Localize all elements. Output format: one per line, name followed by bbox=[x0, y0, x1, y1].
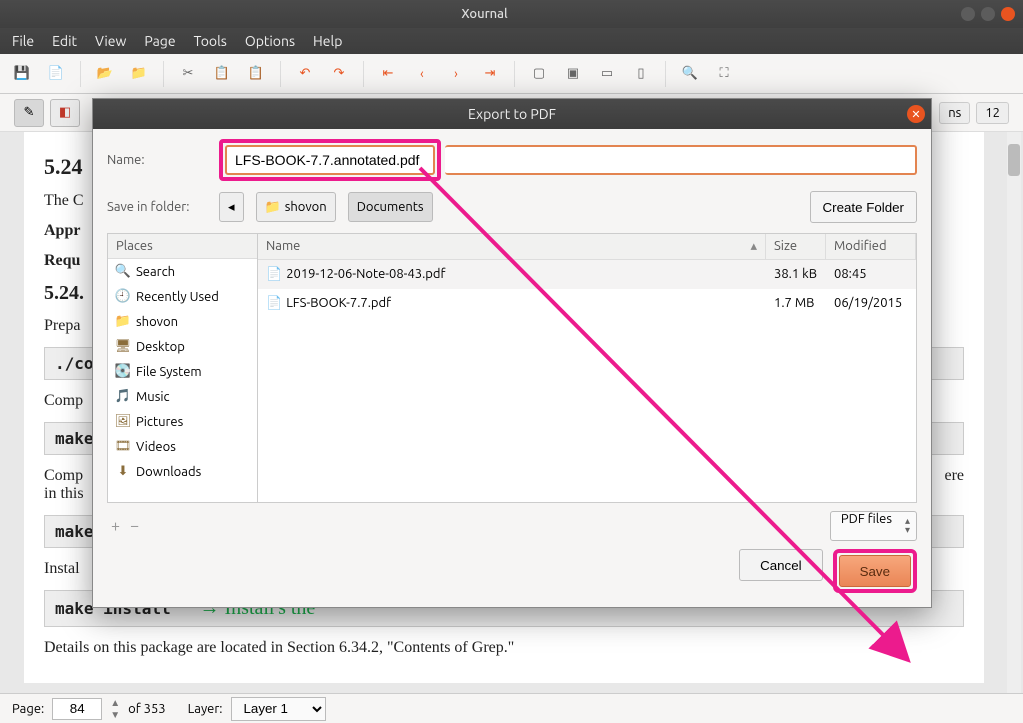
file-modified: 06/19/2015 bbox=[826, 293, 916, 314]
place-label: Music bbox=[136, 390, 170, 404]
place-label: Search bbox=[136, 265, 175, 279]
place-label: shovon bbox=[136, 315, 178, 329]
pdf-file-icon: 📄 bbox=[266, 267, 282, 281]
dialog-backdrop: Export to PDF ✕ Name: Save in folder: ◂ … bbox=[0, 0, 1023, 723]
remove-bookmark-icon[interactable]: − bbox=[130, 517, 139, 535]
folder-row: Save in folder: ◂ 📁shovon Documents Crea… bbox=[93, 191, 931, 233]
place-label: Recently Used bbox=[136, 290, 219, 304]
place-icon: ⬇ bbox=[116, 464, 130, 479]
dialog-title-bar: Export to PDF ✕ bbox=[93, 99, 931, 129]
place-item[interactable]: 🎞 Videos bbox=[108, 434, 257, 459]
highlight-annotation: Save bbox=[833, 549, 917, 593]
name-row: Name: bbox=[93, 129, 931, 191]
save-button[interactable]: Save bbox=[839, 555, 911, 587]
file-modified: 08:45 bbox=[826, 264, 916, 285]
file-list-header: Name ▴ Size Modified bbox=[258, 234, 916, 260]
name-label: Name: bbox=[107, 153, 207, 167]
place-item[interactable]: 🎵 Music bbox=[108, 384, 257, 409]
place-icon: 💽 bbox=[116, 364, 130, 379]
filename-input-extend[interactable] bbox=[445, 145, 917, 175]
dialog-bottom-row: + − PDF files ▴▾ bbox=[93, 503, 931, 549]
places-panel: Places 🔍 Search 🕘 Recently Used 📁 shovon 🖥 Desk… bbox=[108, 234, 258, 502]
col-name[interactable]: Name ▴ bbox=[258, 234, 766, 259]
dialog-close-icon[interactable]: ✕ bbox=[907, 105, 925, 123]
add-bookmark-icon[interactable]: + bbox=[111, 517, 120, 535]
place-item[interactable]: ⬇ Downloads bbox=[108, 459, 257, 484]
place-label: Pictures bbox=[136, 415, 183, 429]
file-name: 2019-12-06-Note-08-43.pdf bbox=[286, 267, 445, 281]
place-item[interactable]: 🔍 Search bbox=[108, 259, 257, 284]
place-item[interactable]: 🖥 Desktop bbox=[108, 334, 257, 359]
place-item[interactable]: 🕘 Recently Used bbox=[108, 284, 257, 309]
path-back-button[interactable]: ◂ bbox=[219, 192, 244, 222]
filename-input[interactable] bbox=[225, 145, 435, 175]
place-label: File System bbox=[136, 365, 202, 379]
file-browser: Places 🔍 Search 🕘 Recently Used 📁 shovon 🖥 Desk… bbox=[107, 233, 917, 503]
highlight-annotation bbox=[219, 139, 441, 181]
file-size: 38.1 kB bbox=[766, 264, 826, 285]
place-icon: 📁 bbox=[116, 314, 130, 329]
place-item[interactable]: 🖼 Pictures bbox=[108, 409, 257, 434]
place-label: Desktop bbox=[136, 340, 185, 354]
file-size: 1.7 MB bbox=[766, 293, 826, 314]
places-header: Places bbox=[108, 234, 257, 259]
place-icon: 🎵 bbox=[116, 389, 130, 404]
place-label: Videos bbox=[136, 440, 176, 454]
pdf-file-icon: 📄 bbox=[266, 296, 282, 310]
file-row[interactable]: 📄 2019-12-06-Note-08-43.pdf 38.1 kB08:45 bbox=[258, 260, 916, 289]
place-icon: 🎞 bbox=[116, 439, 130, 454]
export-pdf-dialog: Export to PDF ✕ Name: Save in folder: ◂ … bbox=[92, 98, 932, 608]
place-icon: 🖼 bbox=[116, 414, 130, 429]
place-item[interactable]: 💽 File System bbox=[108, 359, 257, 384]
place-icon: 🖥 bbox=[116, 339, 130, 354]
cancel-button[interactable]: Cancel bbox=[739, 549, 823, 581]
place-label: Downloads bbox=[136, 465, 201, 479]
col-size[interactable]: Size bbox=[766, 234, 826, 259]
chevron-up-down-icon: ▴▾ bbox=[905, 516, 910, 534]
file-type-filter[interactable]: PDF files ▴▾ bbox=[830, 511, 917, 541]
create-folder-button[interactable]: Create Folder bbox=[810, 191, 918, 223]
file-name: LFS-BOOK-7.7.pdf bbox=[286, 296, 391, 310]
dialog-actions: Cancel Save bbox=[93, 549, 931, 607]
file-list: Name ▴ Size Modified 📄 2019-12-06-Note-08… bbox=[258, 234, 916, 502]
dialog-title: Export to PDF bbox=[468, 106, 556, 122]
path-segment-documents[interactable]: Documents bbox=[348, 192, 433, 222]
place-icon: 🕘 bbox=[116, 289, 130, 304]
place-item[interactable]: 📁 shovon bbox=[108, 309, 257, 334]
save-in-label: Save in folder: bbox=[107, 200, 207, 214]
col-modified[interactable]: Modified bbox=[826, 234, 916, 259]
path-segment-user[interactable]: 📁shovon bbox=[256, 192, 336, 222]
place-icon: 🔍 bbox=[116, 264, 130, 279]
file-row[interactable]: 📄 LFS-BOOK-7.7.pdf 1.7 MB06/19/2015 bbox=[258, 289, 916, 318]
